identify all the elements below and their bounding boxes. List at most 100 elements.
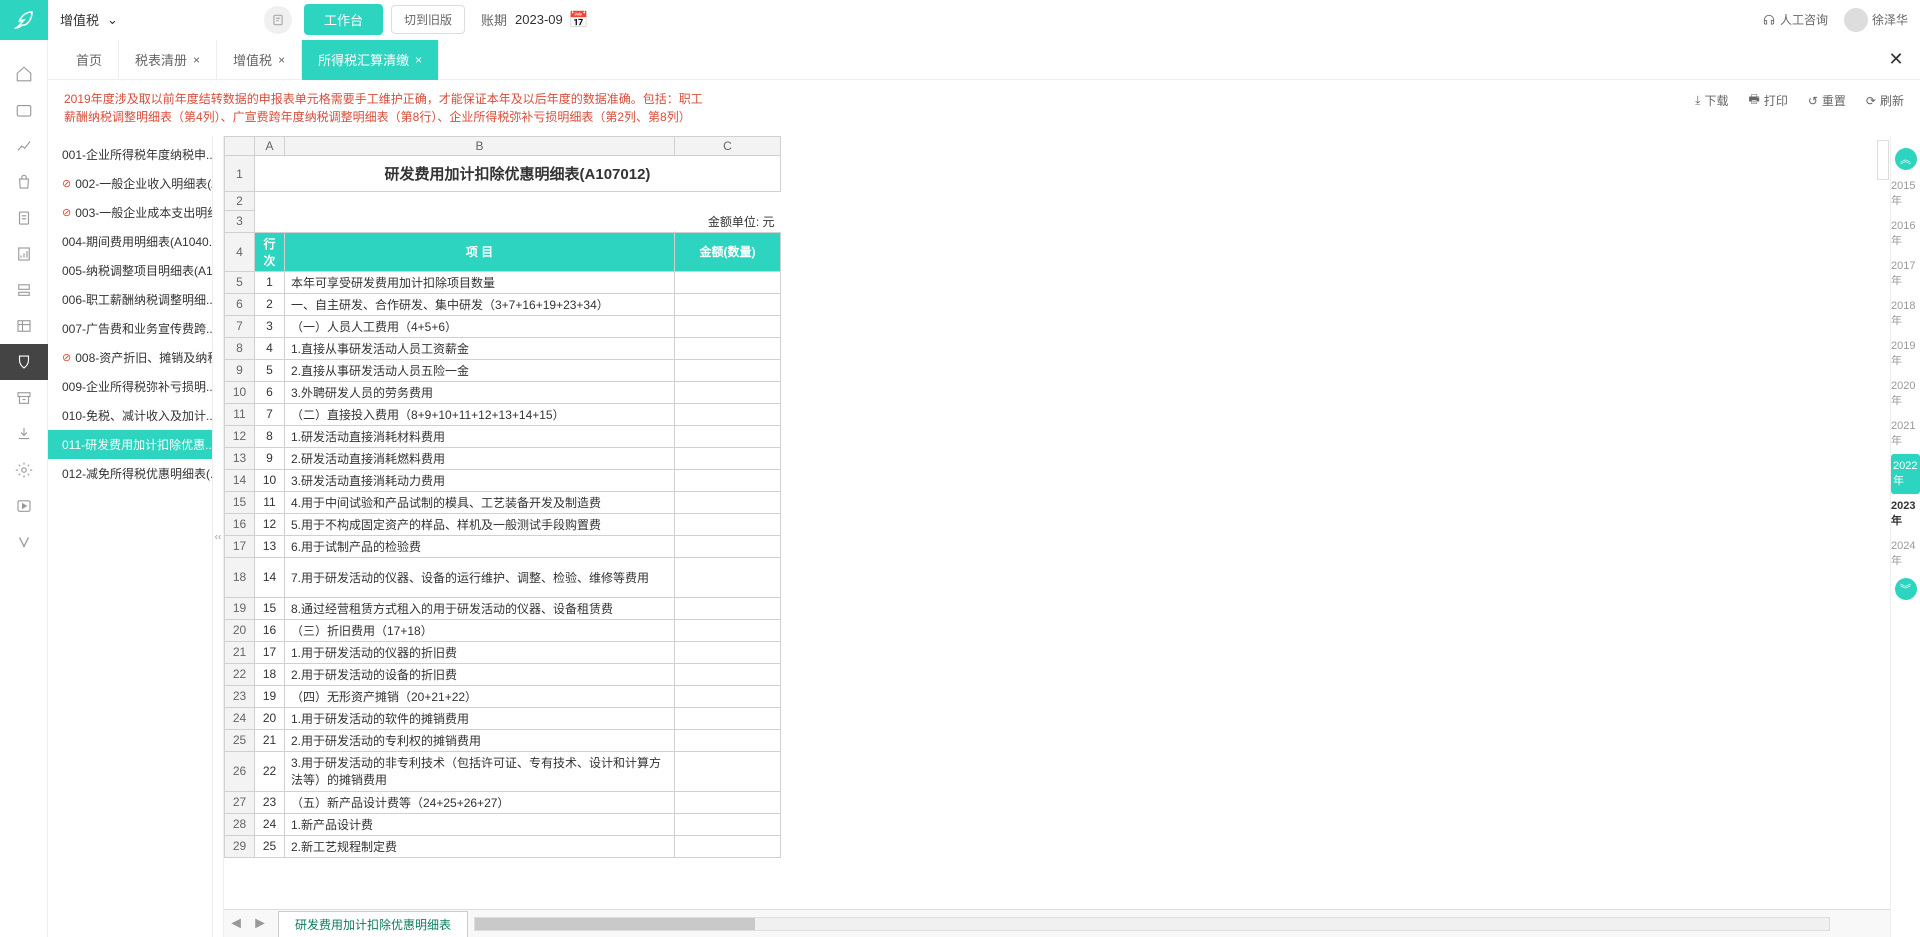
tree-item[interactable]: 001-企业所得税年度纳税申... <box>48 140 212 169</box>
side-icon-bag[interactable] <box>0 164 48 200</box>
row-num-cell[interactable]: 11 <box>255 491 285 513</box>
item-cell[interactable]: 2.新工艺规程制定费 <box>285 835 675 857</box>
tab-close-icon[interactable]: × <box>278 53 285 67</box>
amount-cell[interactable] <box>675 685 781 707</box>
amount-cell[interactable] <box>675 381 781 403</box>
switch-old-button[interactable]: 切到旧版 <box>391 5 465 34</box>
user-menu[interactable]: 徐泽华 <box>1844 8 1908 32</box>
close-tabs-button[interactable]: ✕ <box>1884 48 1908 72</box>
item-cell[interactable]: 1.新产品设计费 <box>285 813 675 835</box>
amount-cell[interactable] <box>675 491 781 513</box>
amount-cell[interactable] <box>675 557 781 597</box>
tree-item[interactable]: 004-期间费用明细表(A1040... <box>48 227 212 256</box>
side-icon-report[interactable] <box>0 236 48 272</box>
row-num-cell[interactable]: 25 <box>255 835 285 857</box>
item-cell[interactable]: 3.研发活动直接消耗动力费用 <box>285 469 675 491</box>
sheet-next-button[interactable]: ► <box>248 912 272 936</box>
side-icon-folder[interactable] <box>0 92 48 128</box>
side-icon-clipboard[interactable] <box>0 200 48 236</box>
app-logo[interactable] <box>0 0 48 40</box>
row-num-cell[interactable]: 16 <box>255 619 285 641</box>
col-header-C[interactable]: C <box>675 137 781 156</box>
download-link[interactable]: ⤓下载 <box>1695 92 1728 109</box>
row-num-cell[interactable]: 24 <box>255 813 285 835</box>
row-num-cell[interactable]: 2 <box>255 293 285 315</box>
item-cell[interactable]: 6.用于试制产品的检验费 <box>285 535 675 557</box>
tab-增值税[interactable]: 增值税× <box>217 40 302 80</box>
side-icon-chart[interactable] <box>0 128 48 164</box>
row-num-cell[interactable]: 9 <box>255 447 285 469</box>
amount-cell[interactable] <box>675 425 781 447</box>
item-cell[interactable]: 2.研发活动直接消耗燃料费用 <box>285 447 675 469</box>
amount-cell[interactable] <box>675 447 781 469</box>
tree-item[interactable]: 011-研发费用加计扣除优惠... <box>48 430 212 459</box>
tree-item[interactable]: 006-职工薪酬纳税调整明细... <box>48 285 212 314</box>
item-cell[interactable]: 1.用于研发活动的仪器的折旧费 <box>285 641 675 663</box>
row-num-cell[interactable]: 10 <box>255 469 285 491</box>
amount-cell[interactable] <box>675 791 781 813</box>
print-link[interactable]: 🖶打印 <box>1749 90 1788 111</box>
side-icon-asset[interactable] <box>0 272 48 308</box>
row-num-cell[interactable]: 14 <box>255 557 285 597</box>
amount-cell[interactable] <box>675 751 781 791</box>
year-item[interactable]: 2017年 <box>1891 254 1920 294</box>
year-item[interactable]: 2018年 <box>1891 294 1920 334</box>
side-icon-archive[interactable] <box>0 380 48 416</box>
tree-item[interactable]: 010-免税、减计收入及加计... <box>48 401 212 430</box>
hscroll-track[interactable] <box>474 917 1830 931</box>
tax-type-selector[interactable]: 增值税 ⌄ <box>60 10 240 29</box>
side-icon-play[interactable] <box>0 488 48 524</box>
amount-cell[interactable] <box>675 597 781 619</box>
item-cell[interactable]: 1.研发活动直接消耗材料费用 <box>285 425 675 447</box>
year-item[interactable]: 2015年 <box>1891 174 1920 214</box>
tab-首页[interactable]: 首页 <box>60 40 119 80</box>
row-num-cell[interactable]: 6 <box>255 381 285 403</box>
amount-cell[interactable] <box>675 729 781 751</box>
row-num-cell[interactable]: 23 <box>255 791 285 813</box>
row-num-cell[interactable]: 8 <box>255 425 285 447</box>
row-num-cell[interactable]: 7 <box>255 403 285 425</box>
tree-item[interactable]: 007-广告费和业务宣传费跨... <box>48 314 212 343</box>
amount-cell[interactable] <box>675 359 781 381</box>
item-cell[interactable]: （三）折旧费用（17+18） <box>285 619 675 641</box>
item-cell[interactable]: 8.通过经营租赁方式租入的用于研发活动的仪器、设备租赁费 <box>285 597 675 619</box>
amount-cell[interactable] <box>675 707 781 729</box>
col-header-A[interactable]: A <box>255 137 285 156</box>
tree-item[interactable]: 002-一般企业收入明细表(A... <box>48 169 212 198</box>
row-num-cell[interactable]: 20 <box>255 707 285 729</box>
amount-cell[interactable] <box>675 293 781 315</box>
side-icon-table[interactable] <box>0 308 48 344</box>
row-num-cell[interactable]: 5 <box>255 359 285 381</box>
col-header-B[interactable]: B <box>285 137 675 156</box>
row-num-cell[interactable]: 12 <box>255 513 285 535</box>
tree-item[interactable]: 003-一般企业成本支出明细... <box>48 198 212 227</box>
side-icon-tax[interactable] <box>0 344 48 380</box>
tab-close-icon[interactable]: × <box>193 53 200 67</box>
tree-item[interactable]: 012-减免所得税优惠明细表(... <box>48 459 212 488</box>
item-cell[interactable]: （二）直接投入费用（8+9+10+11+12+13+14+15） <box>285 403 675 425</box>
workbench-button[interactable]: 工作台 <box>304 4 383 35</box>
sheet-prev-button[interactable]: ◄ <box>224 912 248 936</box>
hscroll-thumb[interactable] <box>475 918 755 930</box>
spreadsheet-grid[interactable]: A B C 1研发费用加计扣除优惠明细表(A107012) 2 3金额单位: 元… <box>224 136 1890 909</box>
amount-cell[interactable] <box>675 641 781 663</box>
amount-cell[interactable] <box>675 469 781 491</box>
item-cell[interactable]: 2.直接从事研发活动人员五险一金 <box>285 359 675 381</box>
amount-cell[interactable] <box>675 835 781 857</box>
row-num-cell[interactable]: 1 <box>255 271 285 293</box>
year-expand-handle[interactable] <box>1877 140 1889 180</box>
side-icon-home[interactable] <box>0 56 48 92</box>
year-item[interactable]: 2020年 <box>1891 374 1920 414</box>
refresh-link[interactable]: ⟳刷新 <box>1866 92 1904 109</box>
amount-cell[interactable] <box>675 403 781 425</box>
item-cell[interactable]: （四）无形资产摊销（20+21+22） <box>285 685 675 707</box>
year-item[interactable]: 2023年 <box>1891 494 1920 534</box>
side-icon-download[interactable] <box>0 416 48 452</box>
collapse-tree-handle[interactable] <box>212 136 224 937</box>
row-num-cell[interactable]: 18 <box>255 663 285 685</box>
row-num-cell[interactable]: 19 <box>255 685 285 707</box>
year-item[interactable]: 2016年 <box>1891 214 1920 254</box>
row-num-cell[interactable]: 22 <box>255 751 285 791</box>
row-num-cell[interactable]: 4 <box>255 337 285 359</box>
item-cell[interactable]: 1.直接从事研发活动人员工资薪金 <box>285 337 675 359</box>
